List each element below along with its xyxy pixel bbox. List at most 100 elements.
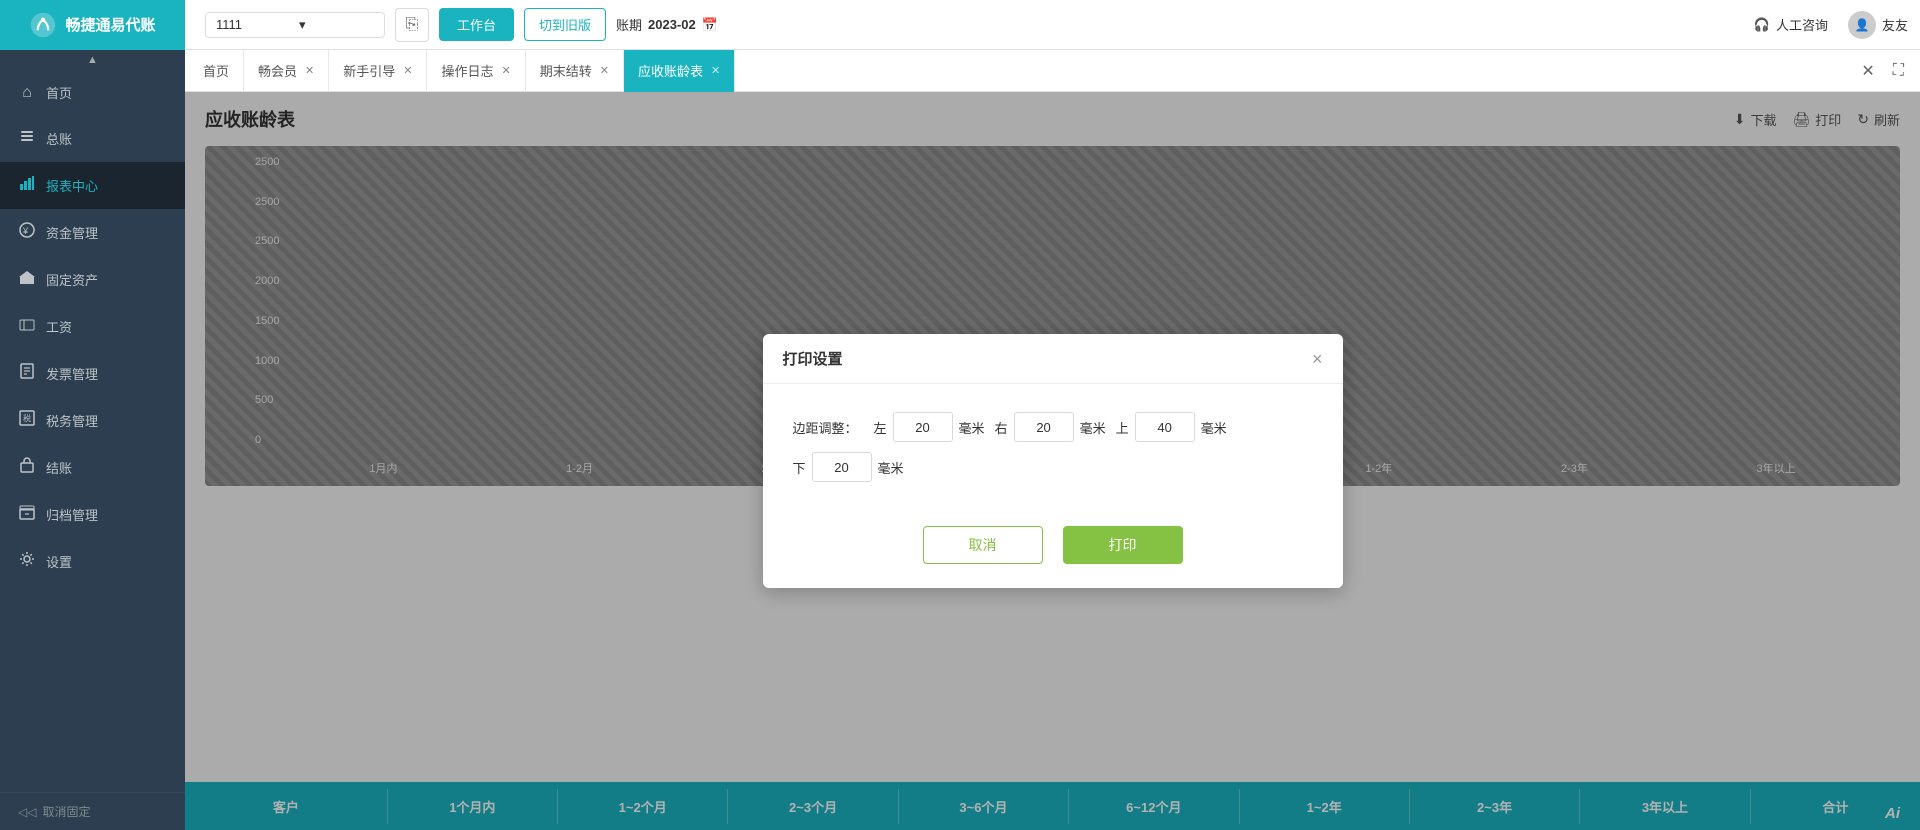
sidebar-item-general-ledger[interactable]: 总账: [0, 115, 185, 162]
support-area[interactable]: 🎧 人工咨询: [1754, 15, 1828, 34]
modal-header: 打印设置 ×: [763, 334, 1343, 384]
sidebar-scroll-up[interactable]: ▲: [0, 50, 185, 70]
right-margin-input[interactable]: [1014, 412, 1074, 442]
sidebar-item-reports[interactable]: 报表中心: [0, 162, 185, 209]
close-period-icon: [18, 457, 36, 478]
tab-log-close[interactable]: ✕: [502, 64, 511, 77]
left-margin-group: 左 毫米: [874, 412, 985, 442]
company-selector[interactable]: 1111 ▾: [205, 12, 385, 38]
settings-icon: [18, 551, 36, 572]
sidebar-item-invoice-label: 发票管理: [46, 364, 98, 383]
page-content: 应收账龄表 ⬇ 下载 🖨 打印 ↻ 刷新: [185, 92, 1920, 830]
modal-close-button[interactable]: ×: [1312, 350, 1323, 368]
modal-title: 打印设置: [783, 348, 843, 369]
sidebar-item-close[interactable]: 结账: [0, 444, 185, 491]
sidebar-item-archive[interactable]: 归档管理: [0, 491, 185, 538]
funds-icon: ¥: [18, 222, 36, 243]
sidebar-item-funds[interactable]: ¥ 资金管理: [0, 209, 185, 256]
modal-footer: 取消 打印: [763, 510, 1343, 588]
sidebar-item-home[interactable]: ⌂ 首页: [0, 70, 185, 115]
top-unit: 毫米: [1201, 418, 1227, 437]
tab-ar-aging[interactable]: 应收账龄表 ✕: [624, 50, 735, 92]
ledger-icon: [18, 128, 36, 149]
copy-icon: ⎘: [406, 16, 419, 34]
sidebar-item-invoice[interactable]: 发票管理: [0, 350, 185, 397]
print-settings-modal: 打印设置 × 边距调整： 左 毫米 右: [763, 334, 1343, 588]
period-value: 2023-02: [648, 17, 696, 32]
top-dir-label: 上: [1116, 418, 1129, 437]
period-area: 账期 2023-02 📅: [616, 15, 718, 34]
content-area: 首页 畅会员 ✕ 新手引导 ✕ 操作日志 ✕ 期末结转 ✕ 应收账龄表 ✕: [185, 50, 1920, 830]
tab-guide[interactable]: 新手引导 ✕: [329, 50, 427, 92]
modal-body: 边距调整： 左 毫米 右 毫米: [763, 384, 1343, 510]
sidebar-collapse-label: 取消固定: [42, 803, 90, 820]
tab-member[interactable]: 畅会员 ✕: [244, 50, 329, 92]
right-unit: 毫米: [1080, 418, 1106, 437]
tab-member-close[interactable]: ✕: [305, 64, 314, 77]
bottom-margin-input[interactable]: [812, 452, 872, 482]
home-icon: ⌂: [18, 84, 36, 102]
svg-text:税: 税: [23, 413, 31, 423]
margin-settings-row: 边距调整： 左 毫米 右 毫米: [793, 412, 1313, 482]
avatar: 👤: [1848, 11, 1876, 39]
sidebar-item-tax-label: 税务管理: [46, 411, 98, 430]
header: 畅捷通易代账 1111 ▾ ⎘ 工作台 切到旧版 账期 2023-02 📅 🎧 …: [0, 0, 1920, 50]
sidebar-item-payroll[interactable]: 工资: [0, 303, 185, 350]
sidebar-item-tax[interactable]: 税 税务管理: [0, 397, 185, 444]
tab-guide-label: 新手引导: [343, 61, 395, 80]
tabs-bar: 首页 畅会员 ✕ 新手引导 ✕ 操作日志 ✕ 期末结转 ✕ 应收账龄表 ✕: [185, 50, 1920, 92]
sidebar: ▲ ⌂ 首页 总账 报表中心 ¥ 资金管理 固定资产: [0, 50, 185, 830]
sidebar-item-home-label: 首页: [46, 83, 72, 102]
payroll-icon: [18, 316, 36, 337]
sidebar-item-settings[interactable]: 设置: [0, 538, 185, 585]
top-margin-group: 上 毫米: [1116, 412, 1227, 442]
sidebar-item-assets-label: 固定资产: [46, 270, 98, 289]
user-area[interactable]: 👤 友友: [1848, 11, 1908, 39]
tab-ar-aging-label: 应收账龄表: [638, 61, 703, 80]
bottom-dir-label: 下: [793, 458, 806, 477]
user-icon: 👤: [1855, 18, 1870, 32]
sidebar-item-ledger-label: 总账: [46, 129, 72, 148]
sidebar-item-funds-label: 资金管理: [46, 223, 98, 242]
top-margin-input[interactable]: [1135, 412, 1195, 442]
fixed-assets-icon: [18, 269, 36, 290]
tab-log[interactable]: 操作日志 ✕: [427, 50, 525, 92]
tab-home[interactable]: 首页: [189, 50, 244, 92]
maximize-tab-button[interactable]: ⛶: [1889, 58, 1908, 84]
bottom-margin-group: 下 毫米: [793, 452, 904, 482]
period-label: 账期: [616, 15, 642, 34]
left-margin-input[interactable]: [893, 412, 953, 442]
sidebar-item-fixed-assets[interactable]: 固定资产: [0, 256, 185, 303]
calendar-icon[interactable]: 📅: [702, 17, 718, 33]
tax-icon: 税: [18, 410, 36, 431]
copy-button[interactable]: ⎘: [395, 8, 429, 42]
margin-label: 边距调整：: [793, 418, 858, 437]
left-unit: 毫米: [959, 418, 985, 437]
svg-text:¥: ¥: [22, 226, 29, 236]
tab-ar-aging-close[interactable]: ✕: [711, 64, 720, 77]
sidebar-item-reports-label: 报表中心: [46, 176, 98, 195]
reports-icon: [18, 175, 36, 196]
tab-guide-close[interactable]: ✕: [403, 64, 412, 77]
tab-period-end-close[interactable]: ✕: [600, 64, 609, 77]
sidebar-collapse-btn[interactable]: ◁◁ 取消固定: [0, 792, 185, 830]
headset-icon: 🎧: [1754, 17, 1770, 33]
header-right: 🎧 人工咨询 👤 友友: [1754, 11, 1908, 39]
sidebar-item-settings-label: 设置: [46, 552, 72, 571]
pin-icon: ◁◁: [18, 805, 36, 819]
cancel-button[interactable]: 取消: [923, 526, 1043, 564]
confirm-print-button[interactable]: 打印: [1063, 526, 1183, 564]
close-tab-button[interactable]: ✕: [1857, 57, 1878, 85]
company-name: 1111: [216, 17, 291, 32]
main-layout: ▲ ⌂ 首页 总账 报表中心 ¥ 资金管理 固定资产: [0, 50, 1920, 830]
tab-period-end[interactable]: 期末结转 ✕: [526, 50, 624, 92]
logo: 畅捷通易代账: [0, 0, 185, 50]
workbench-button[interactable]: 工作台: [439, 8, 514, 41]
right-margin-group: 右 毫米: [995, 412, 1106, 442]
switch-version-button[interactable]: 切到旧版: [524, 8, 606, 41]
app-name: 畅捷通易代账: [65, 14, 155, 35]
support-label: 人工咨询: [1776, 15, 1828, 34]
sidebar-item-payroll-label: 工资: [46, 317, 72, 336]
sidebar-item-close-label: 结账: [46, 458, 72, 477]
chevron-down-icon: ▾: [299, 17, 374, 33]
